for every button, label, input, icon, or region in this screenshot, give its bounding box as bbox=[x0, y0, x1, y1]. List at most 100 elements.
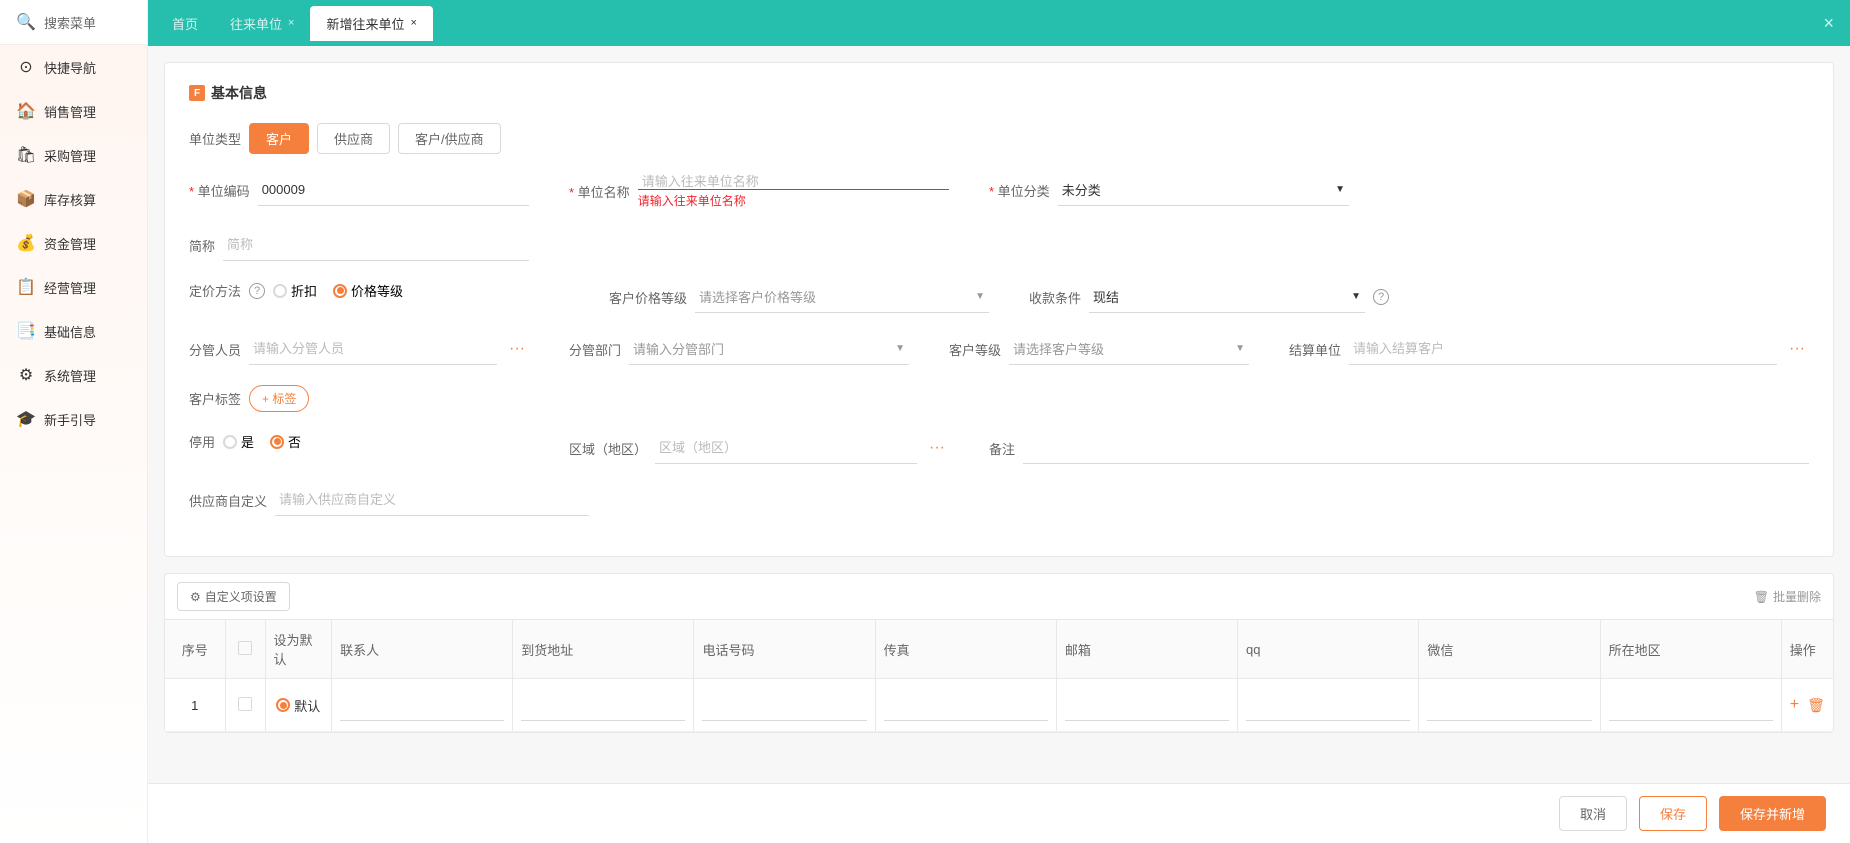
sidebar-item-system[interactable]: ⚙ 系统管理 bbox=[0, 353, 147, 397]
pricing-label: 定价方法 bbox=[189, 281, 241, 300]
manager-row: 分管人员 ··· 分管部门 请输入分管部门 ▼ 客户等级 请选择客户等级 ▼ bbox=[189, 333, 1809, 365]
tab-new-partner[interactable]: 新增往来单位 × bbox=[310, 6, 432, 41]
td-qq-1[interactable] bbox=[1238, 679, 1419, 732]
add-tag-button[interactable]: + 标签 bbox=[249, 385, 309, 412]
sidebar-item-search[interactable]: 🔍 搜索菜单 bbox=[0, 0, 147, 45]
save-button[interactable]: 保存 bbox=[1639, 796, 1707, 831]
tab-new-partner-label: 新增往来单位 bbox=[326, 14, 404, 33]
th-action: 操作 bbox=[1781, 620, 1833, 679]
short-name-input[interactable] bbox=[223, 229, 529, 261]
td-default-1: 默认 bbox=[265, 679, 332, 732]
fax-input-1[interactable] bbox=[884, 689, 1048, 721]
customer-tag-group: 客户标签 + 标签 bbox=[189, 385, 1809, 412]
tab-partner-label: 往来单位 bbox=[230, 14, 282, 33]
tab-bar-close-button[interactable]: × bbox=[1815, 13, 1842, 34]
pricing-radio-level[interactable]: 价格等级 bbox=[333, 281, 403, 300]
add-row-button-1[interactable]: + bbox=[1790, 696, 1799, 714]
th-location: 所在地区 bbox=[1600, 620, 1781, 679]
category-select[interactable]: 未分类 ▼ bbox=[1058, 174, 1349, 206]
manager-group: 分管人员 ··· bbox=[189, 333, 529, 365]
td-wechat-1[interactable] bbox=[1419, 679, 1600, 732]
custom-settings-button[interactable]: ⚙ 自定义项设置 bbox=[177, 582, 290, 611]
th-qq: qq bbox=[1238, 620, 1419, 679]
settlement-unit-more-icon[interactable]: ··· bbox=[1785, 340, 1809, 358]
manager-input[interactable] bbox=[249, 333, 497, 365]
region-more-icon[interactable]: ··· bbox=[925, 439, 949, 457]
location-input-1[interactable] bbox=[1609, 689, 1773, 721]
system-icon: ⚙ bbox=[16, 365, 36, 385]
region-input[interactable] bbox=[655, 432, 917, 464]
unit-type-supplier[interactable]: 供应商 bbox=[317, 123, 390, 154]
th-contact: 联系人 bbox=[332, 620, 513, 679]
cancel-button[interactable]: 取消 bbox=[1559, 796, 1627, 831]
region-label: 区域（地区） bbox=[569, 439, 647, 458]
sidebar-item-purchase[interactable]: 🛍 采购管理 bbox=[0, 133, 147, 177]
td-email-1[interactable] bbox=[1056, 679, 1237, 732]
settlement-unit-input[interactable] bbox=[1349, 333, 1777, 365]
sidebar-item-sales[interactable]: 🏠 销售管理 bbox=[0, 89, 147, 133]
customer-price-level-select[interactable]: 请选择客户价格等级 ▼ bbox=[695, 281, 989, 313]
sidebar-item-finance[interactable]: 💰 资金管理 bbox=[0, 221, 147, 265]
department-chevron-icon: ▼ bbox=[895, 343, 905, 354]
name-input[interactable] bbox=[638, 174, 949, 190]
contact-input-1[interactable] bbox=[340, 689, 504, 721]
disabled-radio-no[interactable]: 否 bbox=[270, 432, 301, 451]
tab-partner[interactable]: 往来单位 × bbox=[214, 6, 310, 41]
supplier-custom-input[interactable] bbox=[275, 484, 589, 516]
payment-terms-label: 收款条件 bbox=[1029, 288, 1081, 307]
disabled-radio-yes[interactable]: 是 bbox=[223, 432, 254, 451]
address-input-1[interactable] bbox=[521, 689, 685, 721]
tab-new-partner-close[interactable]: × bbox=[410, 17, 416, 29]
code-input[interactable] bbox=[258, 174, 529, 206]
phone-input-1[interactable] bbox=[702, 689, 866, 721]
sidebar-item-operation[interactable]: 📋 经营管理 bbox=[0, 265, 147, 309]
sidebar-label-guide: 新手引导 bbox=[44, 410, 96, 429]
pricing-radio-discount[interactable]: 折扣 bbox=[273, 281, 317, 300]
wechat-input-1[interactable] bbox=[1427, 689, 1591, 721]
default-radio-1[interactable]: 默认 bbox=[274, 696, 324, 715]
unit-type-customer[interactable]: 客户 bbox=[249, 123, 309, 154]
row-checkbox-1[interactable] bbox=[238, 697, 252, 711]
disabled-group: 停用 是 否 bbox=[189, 432, 529, 451]
manager-more-icon[interactable]: ··· bbox=[505, 340, 529, 358]
payment-terms-select[interactable]: 现结 ▼ bbox=[1089, 281, 1365, 313]
sidebar-item-shortcut[interactable]: ⊙ 快捷导航 bbox=[0, 45, 147, 89]
sidebar-item-guide[interactable]: 🎓 新手引导 bbox=[0, 397, 147, 441]
tab-home[interactable]: 首页 bbox=[156, 6, 214, 41]
region-group: 区域（地区） ··· bbox=[569, 432, 949, 464]
search-icon: 🔍 bbox=[16, 12, 36, 32]
save-new-button[interactable]: 保存并新增 bbox=[1719, 796, 1826, 831]
sidebar-item-basic[interactable]: 📑 基础信息 bbox=[0, 309, 147, 353]
td-address-1[interactable] bbox=[513, 679, 694, 732]
batch-delete-button[interactable]: 🗑 批量删除 bbox=[1754, 588, 1821, 605]
basic-icon: 📑 bbox=[16, 321, 36, 341]
pricing-group: 定价方法 ? 折扣 价格等级 bbox=[189, 281, 569, 300]
custom-settings-label: 自定义项设置 bbox=[205, 588, 277, 605]
remarks-input[interactable] bbox=[1023, 432, 1809, 464]
unit-type-label: 单位类型 bbox=[189, 129, 241, 148]
pricing-radio-level-outer bbox=[333, 284, 347, 298]
pricing-help-icon[interactable]: ? bbox=[249, 283, 265, 299]
qq-input-1[interactable] bbox=[1246, 689, 1410, 721]
delete-row-button-1[interactable]: 🗑 bbox=[1807, 697, 1825, 714]
td-location-1[interactable] bbox=[1600, 679, 1781, 732]
customer-price-level-label: 客户价格等级 bbox=[609, 288, 687, 307]
sidebar: 🔍 搜索菜单 ⊙ 快捷导航 🏠 销售管理 🛍 采购管理 📦 库存核算 💰 资金管… bbox=[0, 0, 148, 843]
payment-terms-help-icon[interactable]: ? bbox=[1373, 289, 1389, 305]
short-name-group: 简称 bbox=[189, 229, 529, 261]
email-input-1[interactable] bbox=[1065, 689, 1229, 721]
customer-level-select[interactable]: 请选择客户等级 ▼ bbox=[1009, 333, 1249, 365]
supplier-custom-label: 供应商自定义 bbox=[189, 491, 267, 510]
customer-price-level-group: 客户价格等级 请选择客户价格等级 ▼ bbox=[609, 281, 989, 313]
unit-type-both[interactable]: 客户/供应商 bbox=[398, 123, 501, 154]
td-fax-1[interactable] bbox=[875, 679, 1056, 732]
section-title-text: 基本信息 bbox=[211, 83, 267, 103]
department-select[interactable]: 请输入分管部门 ▼ bbox=[629, 333, 909, 365]
tab-partner-close[interactable]: × bbox=[288, 17, 294, 29]
td-contact-1[interactable] bbox=[332, 679, 513, 732]
remarks-group: 备注 bbox=[989, 432, 1809, 464]
header-checkbox[interactable] bbox=[238, 641, 252, 655]
sidebar-item-inventory[interactable]: 📦 库存核算 bbox=[0, 177, 147, 221]
td-phone-1[interactable] bbox=[694, 679, 875, 732]
disabled-radio-no-label: 否 bbox=[288, 432, 301, 451]
